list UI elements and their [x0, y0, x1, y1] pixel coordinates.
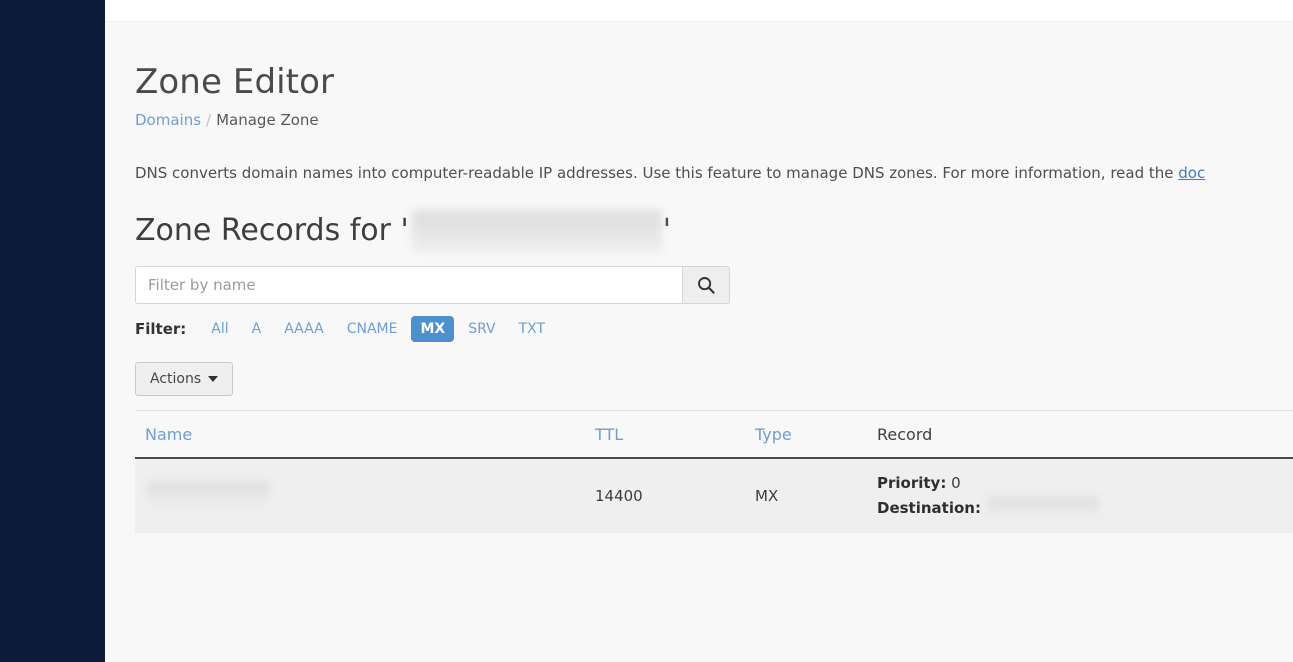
column-header-name[interactable]: Name	[135, 410, 585, 459]
search-icon	[696, 275, 716, 295]
filter-option-txt[interactable]: TXT	[510, 316, 554, 342]
breadcrumb: Domains / Manage Zone	[135, 110, 1293, 130]
table-header-row: Name TTL Type Record	[135, 410, 1293, 459]
sidebar-nav	[0, 0, 105, 662]
redacted-domain-name	[411, 210, 662, 252]
cell-ttl: 14400	[585, 458, 745, 533]
page-title: Zone Editor	[135, 62, 335, 102]
filter-option-a[interactable]: A	[243, 316, 271, 342]
records-table: Name TTL Type Record 14400 MX Priority: …	[135, 410, 1293, 533]
filter-option-mx[interactable]: MX	[411, 316, 455, 342]
redacted-record-name	[147, 482, 270, 506]
cell-name	[135, 458, 585, 533]
filter-search-row	[135, 266, 730, 304]
column-header-type[interactable]: Type	[745, 410, 867, 459]
record-priority-line: Priority: 0	[877, 471, 1293, 496]
page-content: Zone Editor Domains / Manage Zone DNS conv…	[105, 22, 1293, 662]
filter-option-aaaa[interactable]: AAAA	[275, 316, 332, 342]
table-row[interactable]: 14400 MX Priority: 0 Destination:	[135, 458, 1293, 533]
record-priority-value: 0	[951, 474, 961, 492]
intro-text: DNS converts domain names into computer-…	[135, 164, 1179, 182]
cell-type: MX	[745, 458, 867, 533]
breadcrumb-separator: /	[206, 111, 212, 129]
top-bar	[105, 0, 1293, 22]
records-table-wrap: Name TTL Type Record 14400 MX Priority: …	[135, 410, 1293, 533]
records-table-body: 14400 MX Priority: 0 Destination:	[135, 458, 1293, 533]
breadcrumb-link-domains[interactable]: Domains	[135, 111, 201, 129]
search-button[interactable]	[682, 266, 730, 304]
zone-editor-page: Zone Editor Domains / Manage Zone DNS conv…	[0, 0, 1293, 662]
zone-records-heading: Zone Records for ' '	[135, 210, 1293, 252]
actions-row: Actions	[135, 362, 1293, 396]
zone-records-heading-prefix: Zone Records for '	[135, 213, 409, 248]
main-region: Zone Editor Domains / Manage Zone DNS conv…	[105, 0, 1293, 662]
filter-option-cname[interactable]: CNAME	[338, 316, 407, 342]
column-header-ttl[interactable]: TTL	[585, 410, 745, 459]
zone-records-heading-suffix: '	[662, 213, 672, 248]
record-destination-label: Destination:	[877, 499, 981, 517]
record-destination-line: Destination:	[877, 496, 1293, 521]
record-type-filter: Filter: All A AAAA CNAME MX SRV TXT	[135, 316, 1293, 342]
record-priority-label: Priority:	[877, 474, 947, 492]
search-input[interactable]	[135, 266, 682, 304]
column-header-record: Record	[867, 410, 1293, 459]
actions-button[interactable]: Actions	[135, 362, 234, 396]
filter-label: Filter:	[135, 320, 187, 338]
filter-option-all[interactable]: All	[202, 316, 237, 342]
redacted-destination-value	[986, 497, 1099, 516]
cell-record: Priority: 0 Destination:	[867, 458, 1293, 533]
filter-option-srv[interactable]: SRV	[459, 316, 504, 342]
documentation-link[interactable]: doc	[1178, 164, 1205, 182]
caret-down-icon	[208, 376, 219, 382]
breadcrumb-current: Manage Zone	[216, 111, 319, 129]
records-table-head: Name TTL Type Record	[135, 410, 1293, 459]
actions-button-label: Actions	[150, 371, 202, 387]
intro-description: DNS converts domain names into computer-…	[135, 162, 1293, 184]
